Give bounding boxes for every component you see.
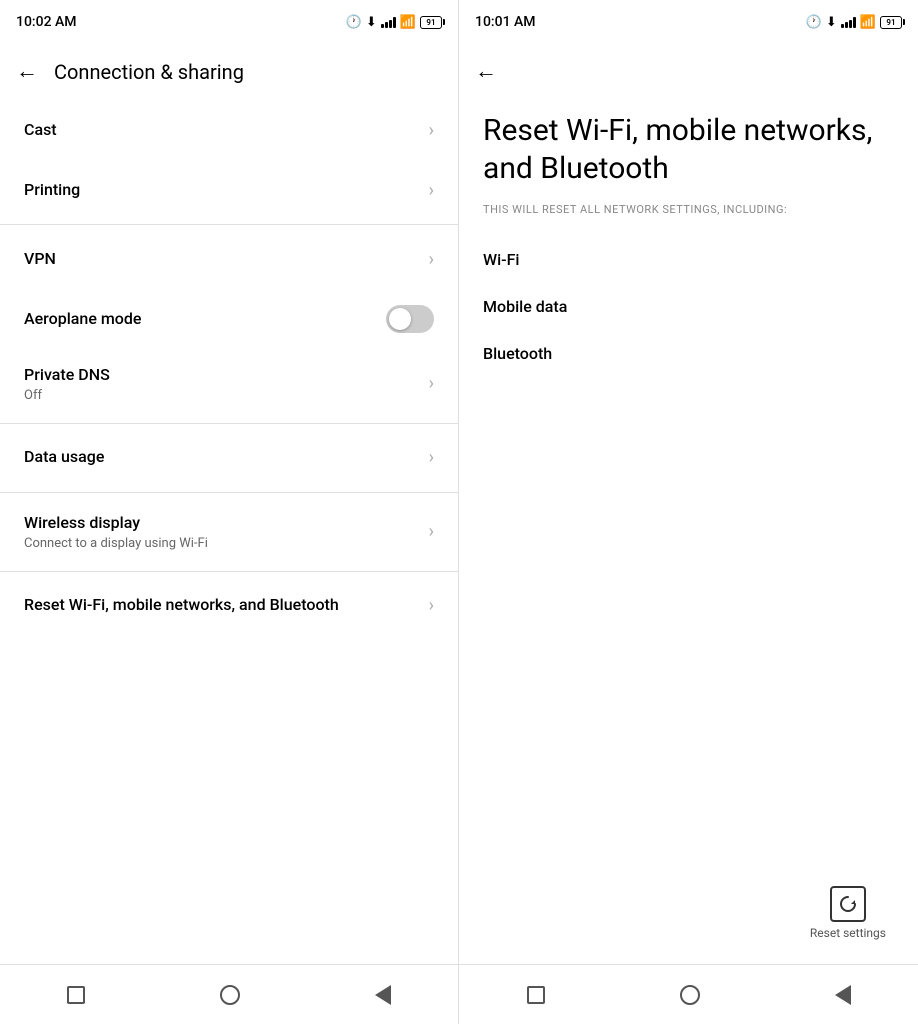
left-panel: 10:02 AM 🕐 ⬇ 📶 91 ← Connection & sharing <box>0 0 459 1024</box>
alarm-icon: 🕐 <box>346 15 362 30</box>
right-status-bar: 10:01 AM 🕐 ⬇ 📶 91 <box>459 0 918 44</box>
reset-bluetooth-label: Bluetooth <box>483 344 894 363</box>
wifi-icon: 📶 <box>400 15 416 30</box>
private-dns-title: Private DNS <box>24 365 429 386</box>
left-page-title: Connection & sharing <box>54 60 244 84</box>
right-nav-back-button[interactable] <box>819 977 867 1013</box>
right-back-icon <box>835 985 851 1005</box>
settings-item-private-dns[interactable]: Private DNS Off › <box>0 349 458 419</box>
left-recents-icon <box>67 986 85 1004</box>
right-home-icon <box>680 985 700 1005</box>
right-wifi-icon: 📶 <box>860 15 876 30</box>
wireless-display-title: Wireless display <box>24 513 429 534</box>
data-usage-chevron: › <box>429 447 434 468</box>
divider-3 <box>0 492 458 493</box>
reset-wifi-chevron: › <box>429 595 434 616</box>
cast-title: Cast <box>24 120 429 141</box>
left-status-bar: 10:02 AM 🕐 ⬇ 📶 91 <box>0 0 458 44</box>
left-status-icons: 🕐 ⬇ 📶 91 <box>346 15 442 30</box>
reset-page-subtitle: THIS WILL RESET ALL NETWORK SETTINGS, IN… <box>459 203 918 236</box>
settings-item-aeroplane[interactable]: Aeroplane mode <box>0 289 458 349</box>
aeroplane-toggle-track[interactable] <box>386 305 434 333</box>
cast-chevron: › <box>429 120 434 141</box>
left-home-icon <box>220 985 240 1005</box>
download-icon: ⬇ <box>366 15 377 30</box>
signal-bars-icon <box>381 16 396 28</box>
right-nav-bar <box>459 964 918 1024</box>
right-content: Reset Wi-Fi, mobile networks, and Blueto… <box>459 100 918 964</box>
left-nav-recents-button[interactable] <box>51 978 101 1012</box>
reset-mobile-data-label: Mobile data <box>483 297 894 316</box>
right-signal-bars-icon <box>841 16 856 28</box>
reset-item-mobile-data: Mobile data <box>459 283 918 330</box>
settings-item-reset-wifi[interactable]: Reset Wi-Fi, mobile networks, and Blueto… <box>0 576 458 636</box>
right-back-button[interactable]: ← <box>475 61 497 83</box>
aeroplane-toggle-knob <box>389 308 411 330</box>
settings-item-wireless-display[interactable]: Wireless display Connect to a display us… <box>0 497 458 567</box>
reset-settings-button[interactable]: Reset settings <box>802 878 894 948</box>
settings-item-data-usage[interactable]: Data usage › <box>0 428 458 488</box>
right-status-time: 10:01 AM <box>475 14 536 30</box>
divider-2 <box>0 423 458 424</box>
right-status-icons: 🕐 ⬇ 📶 91 <box>806 15 902 30</box>
printing-chevron: › <box>429 180 434 201</box>
right-panel: 10:01 AM 🕐 ⬇ 📶 91 ← Reset Wi-Fi, mobile … <box>459 0 918 1024</box>
reset-footer: Reset settings <box>459 862 918 964</box>
left-nav-bar <box>0 964 458 1024</box>
right-nav-home-button[interactable] <box>664 977 716 1013</box>
printing-title: Printing <box>24 180 429 201</box>
right-nav-recents-button[interactable] <box>511 978 561 1012</box>
vpn-title: VPN <box>24 249 429 270</box>
left-back-button[interactable]: ← <box>16 61 38 83</box>
right-alarm-icon: 🕐 <box>806 15 822 30</box>
battery-icon: 91 <box>420 16 442 29</box>
reset-item-bluetooth: Bluetooth <box>459 330 918 377</box>
settings-item-cast[interactable]: Cast › <box>0 100 458 160</box>
left-settings-list: Cast › Printing › VPN › Aeroplane mode <box>0 100 458 964</box>
data-usage-title: Data usage <box>24 447 429 468</box>
reset-item-wifi: Wi-Fi <box>459 236 918 283</box>
settings-item-printing[interactable]: Printing › <box>0 160 458 220</box>
left-top-bar: ← Connection & sharing <box>0 44 458 100</box>
left-status-time: 10:02 AM <box>16 14 77 30</box>
private-dns-subtitle: Off <box>24 388 429 403</box>
wireless-display-subtitle: Connect to a display using Wi-Fi <box>24 536 429 551</box>
right-download-icon: ⬇ <box>826 15 837 30</box>
left-nav-back-button[interactable] <box>359 977 407 1013</box>
reset-settings-label: Reset settings <box>810 926 886 940</box>
reset-page-title: Reset Wi-Fi, mobile networks, and Blueto… <box>459 100 918 203</box>
vpn-chevron: › <box>429 249 434 270</box>
wireless-display-chevron: › <box>429 521 434 542</box>
divider-4 <box>0 571 458 572</box>
divider-1 <box>0 224 458 225</box>
right-top-bar: ← <box>459 44 918 100</box>
right-battery-icon: 91 <box>880 16 902 29</box>
reset-settings-icon <box>830 886 866 922</box>
right-recents-icon <box>527 986 545 1004</box>
reset-wifi-label: Wi-Fi <box>483 250 894 269</box>
left-nav-home-button[interactable] <box>204 977 256 1013</box>
reset-icon-svg <box>838 894 858 914</box>
aeroplane-toggle[interactable] <box>386 305 434 333</box>
left-back-icon <box>375 985 391 1005</box>
private-dns-chevron: › <box>429 373 434 394</box>
settings-item-vpn[interactable]: VPN › <box>0 229 458 289</box>
reset-wifi-title: Reset Wi-Fi, mobile networks, and Blueto… <box>24 595 429 616</box>
aeroplane-title: Aeroplane mode <box>24 309 386 330</box>
